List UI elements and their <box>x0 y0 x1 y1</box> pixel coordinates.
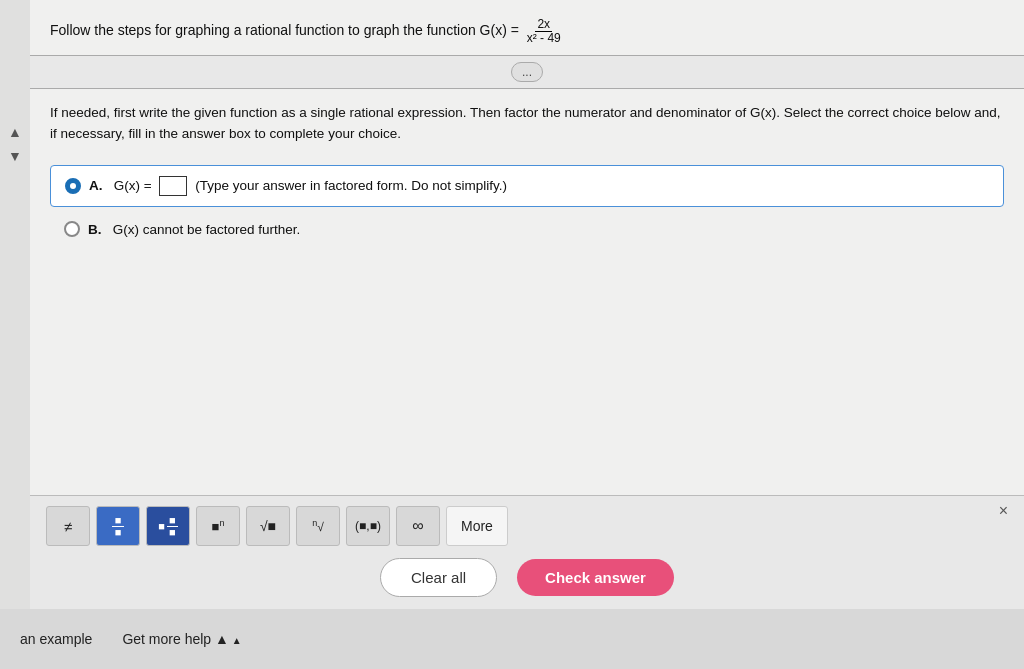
sqrt-button[interactable]: √■ <box>246 506 290 546</box>
an-example-text: an example <box>20 631 92 647</box>
radio-option-b[interactable] <box>64 221 80 237</box>
screen: ▲ ▼ Follow the steps for graphing a rati… <box>0 0 1024 669</box>
formula-numerator: 2x <box>535 18 552 32</box>
option-a-box[interactable]: A. G(x) = (Type your answer in factored … <box>50 165 1004 207</box>
sidebar-arrow-down[interactable]: ▼ <box>8 148 22 164</box>
toolbar-symbols: ≠ ■ ■ ■ ■ ■ ■n √■ <box>30 496 1024 550</box>
check-answer-button[interactable]: Check answer <box>517 559 674 596</box>
formula-fraction: 2x x² - 49 <box>525 18 563 45</box>
left-sidebar: ▲ ▼ <box>0 0 30 609</box>
question-header: Follow the steps for graphing a rational… <box>30 0 1024 55</box>
answer-input-box[interactable] <box>159 176 187 196</box>
question-text: Follow the steps for graphing a rational… <box>50 22 519 38</box>
toolbar-actions: Clear all Check answer <box>30 550 1024 609</box>
mixed-fraction-button[interactable]: ■ ■ ■ <box>146 506 190 546</box>
more-button[interactable]: More <box>446 506 508 546</box>
sidebar-arrow-up[interactable]: ▲ <box>8 124 22 140</box>
infinity-button[interactable]: ∞ <box>396 506 440 546</box>
divider-row: ... <box>30 55 1024 89</box>
close-icon[interactable]: × <box>999 502 1008 520</box>
fraction-button[interactable]: ■ ■ <box>96 506 140 546</box>
interval-button[interactable]: (■,■) <box>346 506 390 546</box>
instructions-text: If needed, first write the given functio… <box>50 105 1001 141</box>
option-b-label: B. G(x) cannot be factored further. <box>88 222 300 237</box>
option-a-label: A. G(x) = (Type your answer in factored … <box>89 176 507 196</box>
nth-root-button[interactable]: n√ <box>296 506 340 546</box>
instructions: If needed, first write the given functio… <box>30 89 1024 155</box>
answer-options: A. G(x) = (Type your answer in factored … <box>30 155 1024 251</box>
math-toolbar-area: × ≠ ■ ■ ■ ■ ■ ■n <box>30 495 1024 609</box>
clear-all-button[interactable]: Clear all <box>380 558 497 597</box>
superscript-button[interactable]: ■n <box>196 506 240 546</box>
radio-option-a[interactable] <box>65 178 81 194</box>
option-b-row[interactable]: B. G(x) cannot be factored further. <box>50 217 1004 241</box>
bottom-bar: an example Get more help ▲ <box>0 609 1024 669</box>
dots-button[interactable]: ... <box>511 62 543 82</box>
not-equal-button[interactable]: ≠ <box>46 506 90 546</box>
get-more-help-button[interactable]: Get more help ▲ <box>122 631 241 647</box>
formula-denominator: x² - 49 <box>525 32 563 45</box>
